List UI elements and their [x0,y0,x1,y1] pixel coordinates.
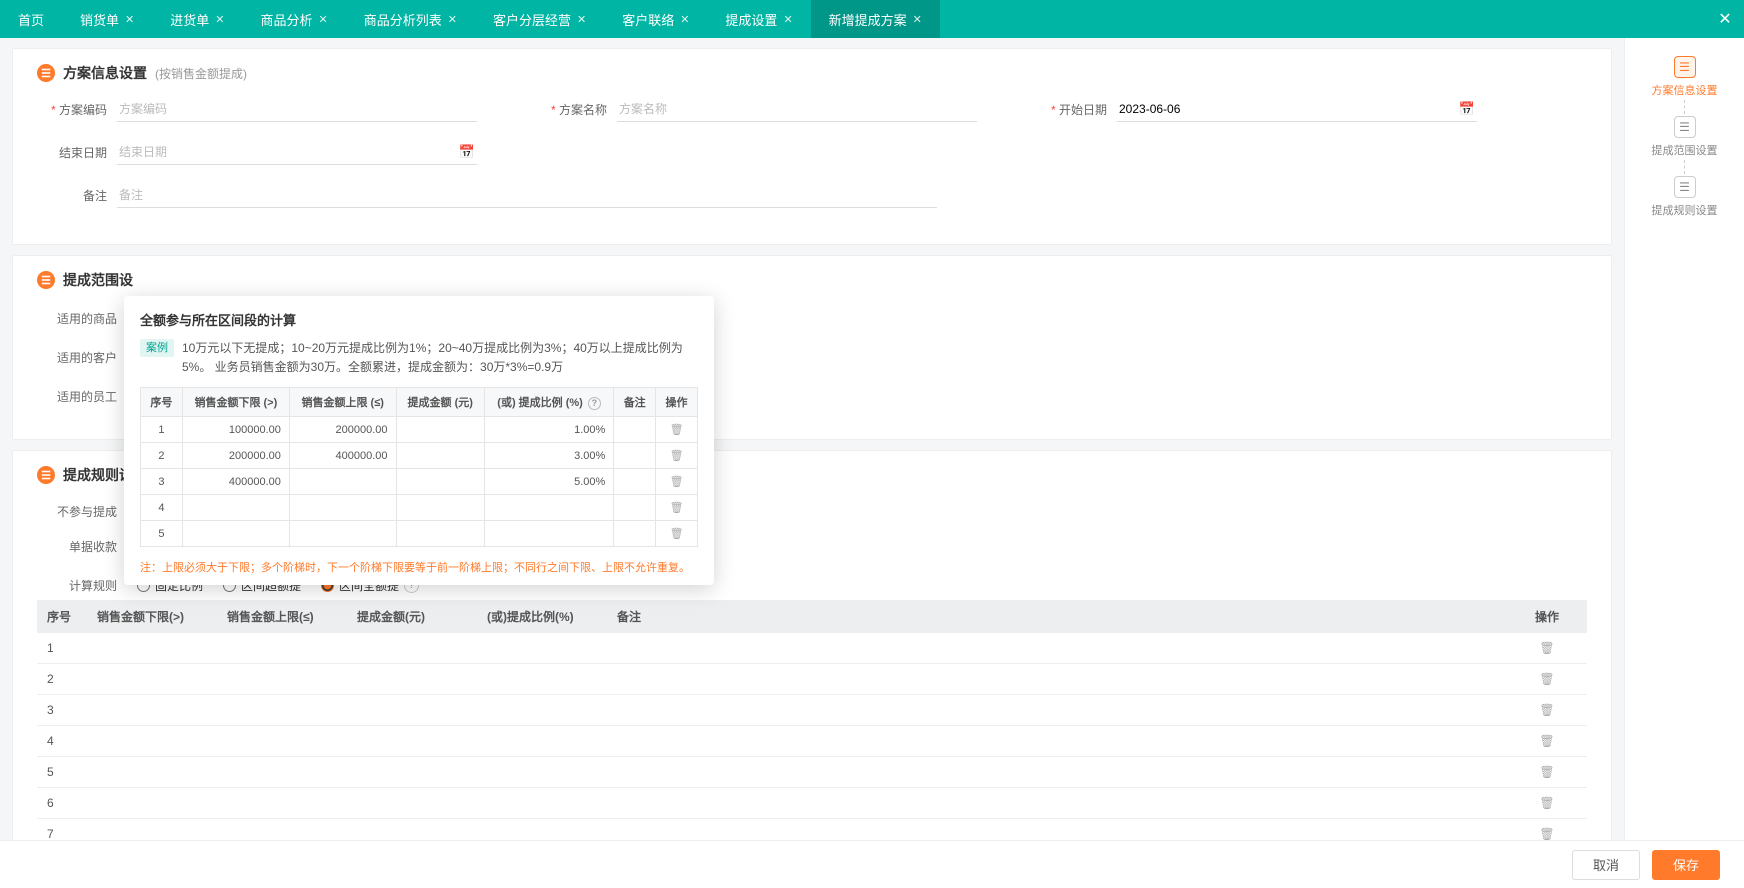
section-icon: ☰ [37,466,55,484]
tab-商品分析[interactable]: 商品分析✕ [242,0,345,38]
table-row[interactable]: 7🗑 [37,819,1587,841]
delete-icon[interactable]: 🗑 [1539,765,1554,779]
delete-icon[interactable]: 🗑 [670,424,684,436]
delete-icon[interactable]: 🗑 [1539,641,1554,655]
delete-icon[interactable]: 🗑 [670,528,684,540]
anchor-2[interactable]: ☰提成规则设置 [1652,176,1718,218]
remark-label: 备注 [37,187,117,204]
cancel-button[interactable]: 取消 [1572,850,1640,880]
tab-bar-close[interactable]: ✕ [1706,0,1744,38]
example-chip: 案例 [140,339,174,357]
section1-title: 方案信息设置 [63,63,147,83]
tab-close-icon[interactable]: ✕ [680,13,689,26]
tab-close-icon[interactable]: ✕ [577,13,586,26]
tab-客户分层经营[interactable]: 客户分层经营✕ [475,0,604,38]
goods-label: 适用的商品 [37,304,117,343]
tab-进货单[interactable]: 进货单✕ [152,0,242,38]
name-label: 方案名称 [537,101,617,118]
question-icon: ? [588,397,601,410]
save-button[interactable]: 保存 [1652,850,1720,880]
anchor-nav: ☰方案信息设置 ☰提成范围设置 ☰提成规则设置 [1624,38,1744,840]
delete-icon[interactable]: 🗑 [670,476,684,488]
tab-销货单[interactable]: 销货单✕ [62,0,152,38]
delete-icon[interactable]: 🗑 [670,502,684,514]
tooltip-popup: 全额参与所在区间段的计算 案例 10万元以下无提成；10~20万元提成比例为1%… [124,296,714,585]
tab-提成设置[interactable]: 提成设置✕ [707,0,810,38]
delete-icon[interactable]: 🗑 [1539,734,1554,748]
section3-title: 提成规则设 [63,465,133,485]
tab-首页[interactable]: 首页 [0,0,62,38]
tab-close-icon[interactable]: ✕ [783,13,792,26]
code-input[interactable] [117,97,477,122]
rule-table: 序号销售金额下限(>)销售金额上限(≤)提成金额(元)(或)提成比例(%)备注操… [37,600,1587,840]
end-date-label: 结束日期 [37,144,117,161]
popup-title: 全额参与所在区间段的计算 [140,310,698,329]
tab-bar: 首页销货单✕进货单✕商品分析✕商品分析列表✕客户分层经营✕客户联络✕提成设置✕新… [0,0,1744,38]
anchor-0[interactable]: ☰方案信息设置 [1652,56,1718,98]
start-date-input[interactable] [1117,97,1477,122]
anchor-icon: ☰ [1674,116,1696,138]
tab-close-icon[interactable]: ✕ [913,13,922,26]
anchor-icon: ☰ [1674,56,1696,78]
section-plan-info: ☰ 方案信息设置 (按销售金额提成) 方案编码 方案名称 [12,48,1612,245]
table-row[interactable]: 3🗑 [37,695,1587,726]
collect-label: 单据收款 [37,534,117,569]
delete-icon[interactable]: 🗑 [670,450,684,462]
table-row[interactable]: 2🗑 [37,664,1587,695]
table-row[interactable]: 4🗑 [37,726,1587,757]
example-text: 10万元以下无提成；10~20万元提成比例为1%；20~40万提成比例为3%；4… [182,339,698,377]
tab-close-icon[interactable]: ✕ [319,13,328,26]
anchor-1[interactable]: ☰提成范围设置 [1652,116,1718,158]
code-label: 方案编码 [37,101,117,118]
tab-close-icon[interactable]: ✕ [215,13,224,26]
section-icon: ☰ [37,64,55,82]
delete-icon[interactable]: 🗑 [1539,827,1554,840]
section-icon: ☰ [37,271,55,289]
exclude-label: 不参与提成 [37,499,117,534]
anchor-icon: ☰ [1674,176,1696,198]
table-row[interactable]: 5🗑 [37,757,1587,788]
tab-close-icon[interactable]: ✕ [448,13,457,26]
remark-input[interactable] [117,183,937,208]
section2-title: 提成范围设 [63,270,133,290]
emp-label: 适用的员工 [37,382,117,421]
start-date-label: 开始日期 [1037,101,1117,118]
example-table: 序号销售金额下限 (>)销售金额上限 (≤)提成金额 (元)(或) 提成比例 (… [140,387,698,547]
delete-icon[interactable]: 🗑 [1539,796,1554,810]
tab-客户联络[interactable]: 客户联络✕ [604,0,707,38]
section1-subtitle: (按销售金额提成) [155,65,247,82]
calendar-icon[interactable]: 📅 [1459,101,1475,117]
cust-label: 适用的客户 [37,343,117,382]
tab-close-icon[interactable]: ✕ [125,13,134,26]
delete-icon[interactable]: 🗑 [1539,672,1554,686]
calendar-icon[interactable]: 📅 [459,144,475,160]
tab-新增提成方案[interactable]: 新增提成方案✕ [811,0,940,38]
tab-商品分析列表[interactable]: 商品分析列表✕ [346,0,475,38]
name-input[interactable] [617,97,977,122]
delete-icon[interactable]: 🗑 [1539,703,1554,717]
calc-rule-label: 计算规则 [37,577,117,594]
end-date-input[interactable] [117,140,477,165]
footer-bar: 取消 保存 [0,840,1744,888]
table-row[interactable]: 6🗑 [37,788,1587,819]
popup-note: 注：上限必须大于下限；多个阶梯时，下一个阶梯下限要等于前一阶梯上限；不同行之间下… [140,559,698,575]
table-row[interactable]: 1🗑 [37,633,1587,664]
